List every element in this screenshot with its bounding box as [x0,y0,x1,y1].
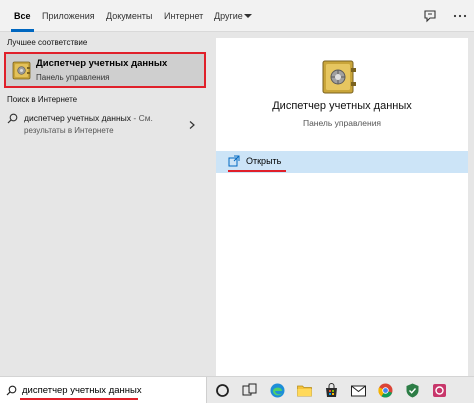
chrome-icon[interactable] [377,382,394,399]
edge-icon[interactable] [269,382,286,399]
credential-manager-icon [12,61,31,80]
web-result-subtext: результаты в Интернете [24,126,114,135]
tab-documents[interactable]: Документы [106,0,152,32]
preview-title: Диспетчер учетных данных [272,100,412,112]
taskbar [0,376,474,403]
cortana-icon[interactable] [214,382,231,399]
best-match-heading: Лучшее соответствие [7,38,88,47]
preview-pane: Диспетчер учетных данных Панель управлен… [216,38,468,376]
search-icon [7,113,18,124]
web-result-query: диспетчер учетных данных - См. [24,113,153,123]
tab-internet[interactable]: Интернет [164,0,203,32]
feedback-icon[interactable] [422,8,438,24]
store-icon[interactable] [323,382,340,399]
web-search-heading: Поиск в Интернете [7,95,78,104]
open-label: Открыть [246,156,282,166]
search-input[interactable] [22,383,202,397]
more-icon[interactable] [452,8,468,24]
tab-apps[interactable]: Приложения [42,0,95,32]
open-icon [228,155,240,167]
preview-subtitle: Панель управления [302,118,382,128]
web-search-result[interactable]: диспетчер учетных данных - См. результат… [0,109,213,141]
taskbar-search-box[interactable] [0,377,207,403]
credential-manager-large-icon [322,60,356,94]
chevron-right-icon[interactable] [189,121,195,129]
security-icon[interactable] [404,382,421,399]
best-match-item[interactable]: Диспетчер учетных данных Панель управлен… [4,52,206,88]
best-match-subtitle: Панель управления [36,73,110,82]
tab-more[interactable]: Другие [214,0,243,32]
taskbar-search-icon [6,385,17,396]
mail-icon[interactable] [350,382,367,399]
app-icon[interactable] [431,382,448,399]
open-highlight-underline [228,170,286,172]
search-highlight-underline [20,398,138,400]
best-match-title: Диспетчер учетных данных [36,58,168,69]
chevron-down-icon [244,14,252,18]
search-tab-bar: Все Приложения Документы Интернет Другие [0,0,474,32]
search-window: Все Приложения Документы Интернет Другие… [0,0,474,376]
task-view-icon[interactable] [241,382,258,399]
file-explorer-icon[interactable] [296,382,313,399]
tab-all[interactable]: Все [11,0,33,32]
